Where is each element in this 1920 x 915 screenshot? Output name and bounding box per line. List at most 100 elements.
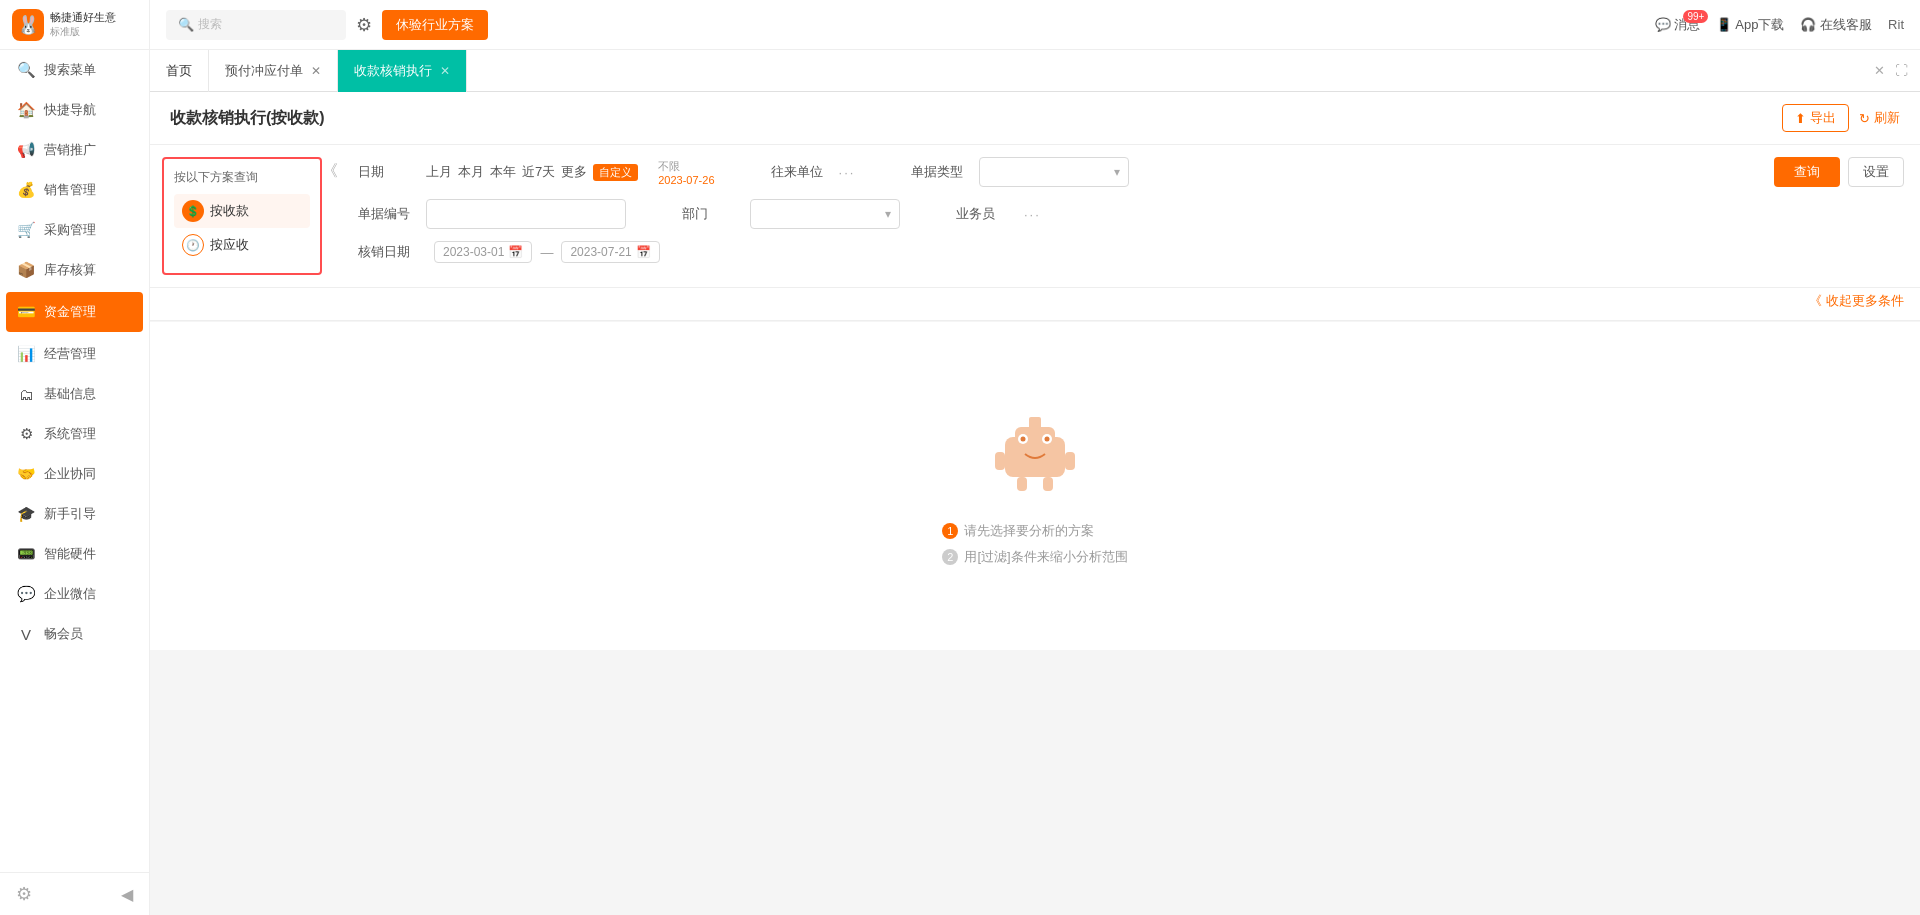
date-no-limit: 不限	[658, 159, 714, 174]
tab-receipt-offset-label: 收款核销执行	[354, 62, 432, 80]
sidebar-icon-operations: 📊	[16, 344, 36, 364]
page-title: 收款核销执行(按收款)	[170, 108, 325, 129]
sidebar-item-operations[interactable]: 📊经营管理	[0, 334, 149, 374]
svg-rect-7	[995, 452, 1005, 470]
verify-start-date-value: 2023-03-01	[443, 245, 504, 259]
sidebar-label-purchase: 采购管理	[44, 221, 96, 239]
svg-point-6	[1045, 437, 1050, 442]
verify-end-date-value: 2023-07-21	[570, 245, 631, 259]
dept-label: 部门	[682, 205, 734, 223]
topbar-right: 💬 消息 99+ 📱 App下载 🎧 在线客服 Rit	[1655, 16, 1904, 34]
sidebar-label-guide: 新手引导	[44, 505, 96, 523]
message-badge[interactable]: 💬 消息 99+	[1655, 16, 1701, 34]
by-receivable-label: 按应收	[210, 236, 249, 254]
collapse-more-label: 收起更多条件	[1826, 292, 1904, 310]
export-button[interactable]: ⬆ 导出	[1782, 104, 1849, 132]
date-last-month[interactable]: 上月	[426, 163, 452, 181]
filter-option-by-receivable[interactable]: 🕐 按应收	[174, 228, 310, 262]
by-receipt-label: 按收款	[210, 202, 249, 220]
docno-input[interactable]	[426, 199, 626, 229]
tab-prepayment[interactable]: 预付冲应付单 ✕	[209, 50, 338, 92]
tab-prepayment-close[interactable]: ✕	[311, 64, 321, 78]
by-receipt-icon: 💲	[182, 200, 204, 222]
topbar-settings-icon[interactable]: ⚙	[356, 14, 372, 36]
online-service-label: 在线客服	[1820, 17, 1872, 32]
svg-point-5	[1021, 437, 1026, 442]
expand-tab-icon[interactable]: ⛶	[1895, 63, 1908, 78]
app-download-link[interactable]: 📱 App下载	[1716, 16, 1784, 34]
empty-state-icon	[985, 402, 1085, 502]
sidebar: 🐰 畅捷通好生意 标准版 🔍搜索菜单🏠快捷导航📢营销推广💰销售管理🛒采购管理📦库…	[0, 0, 150, 915]
date-custom-badge[interactable]: 自定义	[593, 164, 638, 181]
sidebar-item-quicknav[interactable]: 🏠快捷导航	[0, 90, 149, 130]
sidebar-item-vip[interactable]: V畅会员	[0, 614, 149, 654]
date-this-month[interactable]: 本月	[458, 163, 484, 181]
sidebar-label-finance: 资金管理	[44, 303, 96, 321]
svg-rect-9	[1017, 477, 1027, 491]
sidebar-item-marketing[interactable]: 📢营销推广	[0, 130, 149, 170]
date-this-year[interactable]: 本年	[490, 163, 516, 181]
sidebar-icon-sales: 💰	[16, 180, 36, 200]
sidebar-label-vip: 畅会员	[44, 625, 83, 643]
empty-tip-1: 1 请先选择要分析的方案	[942, 518, 1127, 544]
sidebar-item-finance[interactable]: 💳资金管理	[6, 292, 143, 332]
verify-start-date-input[interactable]: 2023-03-01 📅	[434, 241, 532, 263]
doc-type-chevron: ▾	[1114, 165, 1120, 179]
verify-end-date-input[interactable]: 2023-07-21 📅	[561, 241, 659, 263]
close-tab-icon[interactable]: ✕	[1874, 63, 1885, 78]
sidebar-item-basicinfo[interactable]: 🗂基础信息	[0, 374, 149, 414]
filter-collapse-icon[interactable]: 《	[322, 145, 342, 287]
sidebar-item-collab[interactable]: 🤝企业协同	[0, 454, 149, 494]
tip2-num: 2	[942, 549, 958, 565]
sidebar-label-basicinfo: 基础信息	[44, 385, 96, 403]
collapse-sidebar-icon[interactable]: ◀	[121, 885, 133, 904]
topbar-search-display: 🔍 搜索	[166, 10, 346, 40]
empty-tip-2: 2 用[过滤]条件来缩小分析范围	[942, 544, 1127, 570]
tab-receipt-offset[interactable]: 收款核销执行 ✕	[338, 50, 467, 92]
sidebar-icon-collab: 🤝	[16, 464, 36, 484]
filter-option-by-receipt[interactable]: 💲 按收款	[174, 194, 310, 228]
collapse-more-button[interactable]: 《 收起更多条件	[1809, 292, 1904, 310]
online-service-link[interactable]: 🎧 在线客服	[1800, 16, 1872, 34]
topbar-left: 🔍 搜索 ⚙ 休验行业方案	[166, 10, 488, 40]
sidebar-item-wechat[interactable]: 💬企业微信	[0, 574, 149, 614]
tab-home-label: 首页	[166, 62, 192, 80]
sidebar-icon-purchase: 🛒	[16, 220, 36, 240]
user-info[interactable]: Rit	[1888, 17, 1904, 32]
tab-receipt-offset-close[interactable]: ✕	[440, 64, 450, 78]
tab-actions: ✕ ⛶	[1862, 63, 1920, 78]
dept-select[interactable]: ▾	[750, 199, 900, 229]
docno-label: 单据编号	[358, 205, 410, 223]
refresh-button[interactable]: ↻ 刷新	[1859, 104, 1900, 132]
empty-state: 1 请先选择要分析的方案 2 用[过滤]条件来缩小分析范围	[150, 322, 1920, 650]
svg-rect-2	[1029, 417, 1041, 429]
sidebar-item-inventory[interactable]: 📦库存核算	[0, 250, 149, 290]
svg-rect-8	[1065, 452, 1075, 470]
date-separator: —	[540, 245, 553, 260]
industry-solution-button[interactable]: 休验行业方案	[382, 10, 488, 40]
sidebar-icon-quicknav: 🏠	[16, 100, 36, 120]
page-header: 收款核销执行(按收款) ⬆ 导出 ↻ 刷新	[150, 92, 1920, 145]
sidebar-item-guide[interactable]: 🎓新手引导	[0, 494, 149, 534]
sidebar-item-search[interactable]: 🔍搜索菜单	[0, 50, 149, 90]
filter-settings-button[interactable]: 设置	[1848, 157, 1904, 187]
tab-home[interactable]: 首页	[150, 50, 209, 92]
salesperson-input-dots[interactable]: ···	[1024, 207, 1041, 222]
sidebar-item-sales[interactable]: 💰销售管理	[0, 170, 149, 210]
doc-type-select[interactable]: ▾	[979, 157, 1129, 187]
sidebar-item-hardware[interactable]: 📟智能硬件	[0, 534, 149, 574]
date-more[interactable]: 更多	[561, 163, 587, 181]
sidebar-label-hardware: 智能硬件	[44, 545, 96, 563]
collapse-more-area: 《 收起更多条件	[150, 288, 1920, 321]
tip1-text: 请先选择要分析的方案	[964, 518, 1094, 544]
settings-icon[interactable]: ⚙	[16, 883, 32, 905]
partner-input-dots[interactable]: ···	[839, 165, 856, 180]
date-last-7-days[interactable]: 近7天	[522, 163, 555, 181]
query-button[interactable]: 查询	[1774, 157, 1840, 187]
verify-date-label: 核销日期	[358, 243, 410, 261]
filter-row-verify-date: 核销日期 2023-03-01 📅 — 2023-07-21 📅	[358, 241, 1904, 263]
dept-chevron: ▾	[885, 207, 891, 221]
sidebar-item-sysadmin[interactable]: ⚙系统管理	[0, 414, 149, 454]
sidebar-footer: ⚙ ◀	[0, 872, 149, 915]
sidebar-item-purchase[interactable]: 🛒 采购管理	[0, 210, 149, 250]
